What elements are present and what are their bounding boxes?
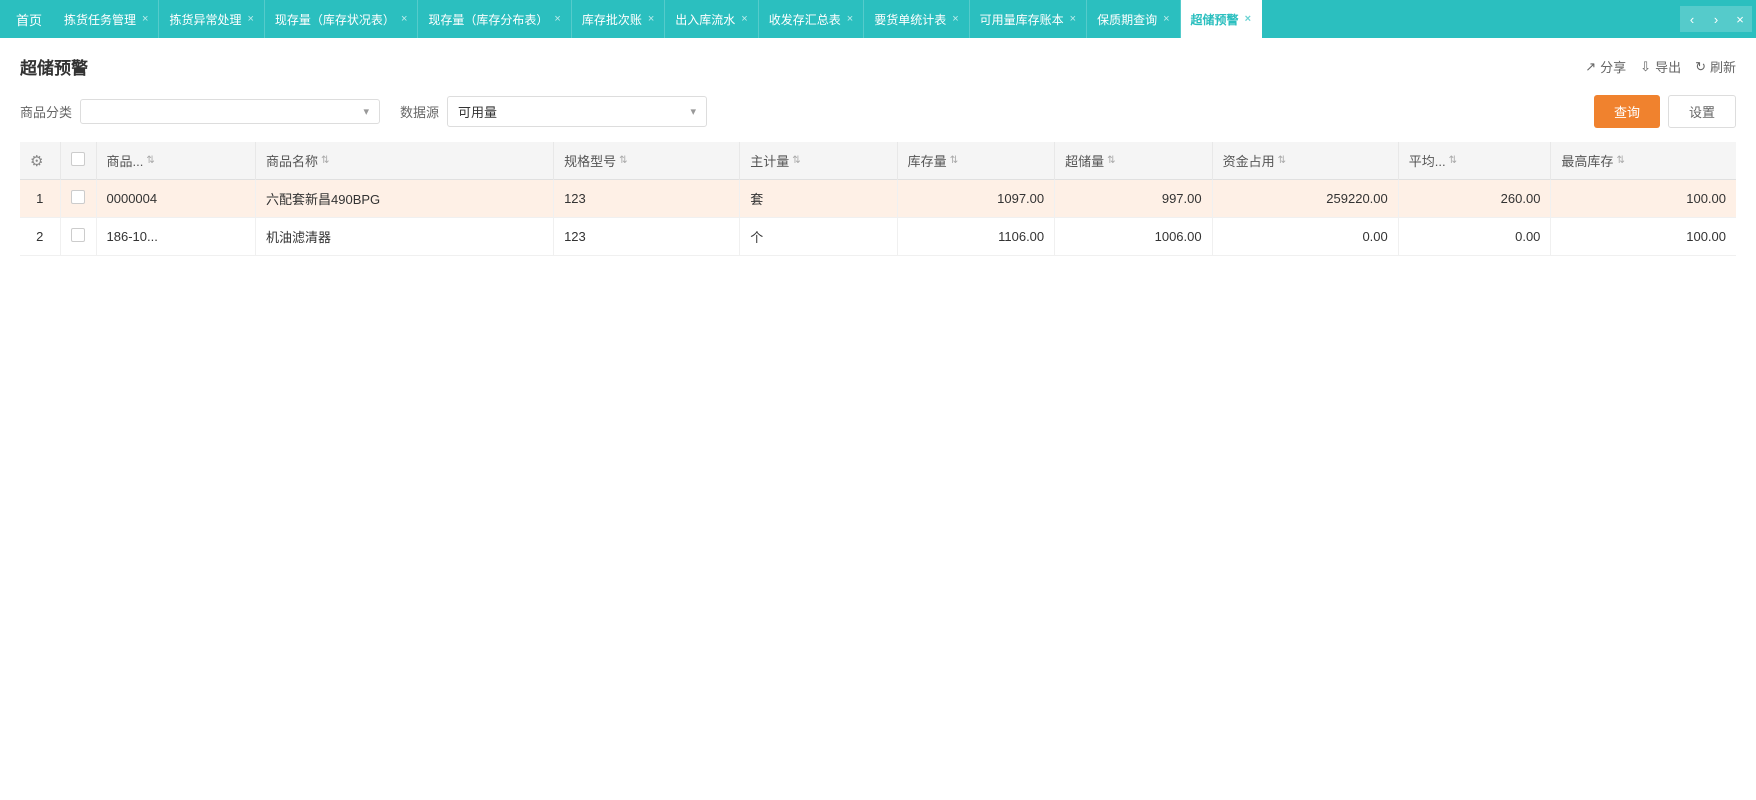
close-tab-9-icon[interactable]: ×	[1163, 13, 1169, 25]
cell-overstock: 997.00	[1055, 180, 1212, 218]
close-tab-5-icon[interactable]: ×	[741, 13, 747, 25]
th-gear: ⚙	[20, 142, 60, 180]
category-filter: 商品分类 ▾	[20, 99, 380, 124]
th-product-code[interactable]: 商品... ⇅	[96, 142, 256, 180]
th-spec[interactable]: 规格型号 ⇅	[554, 142, 740, 180]
cell-stock: 1097.00	[897, 180, 1054, 218]
cell-spec: 123	[554, 180, 740, 218]
datasource-chevron-icon: ▾	[691, 105, 697, 118]
nav-tab-9[interactable]: 保质期查询 ×	[1087, 0, 1180, 38]
export-button[interactable]: ⇩ 导出	[1640, 57, 1681, 76]
close-tab-6-icon[interactable]: ×	[847, 13, 853, 25]
query-button[interactable]: 查询	[1594, 95, 1660, 128]
cell-stock: 1106.00	[897, 218, 1054, 256]
refresh-icon: ↻	[1695, 59, 1706, 75]
cell-overstock: 1006.00	[1055, 218, 1212, 256]
page-content: 超储预警 ↗ 分享 ⇩ 导出 ↻ 刷新 商品分类 ▾ 数据源	[0, 38, 1756, 800]
cell-spec: 123	[554, 218, 740, 256]
share-icon: ↗	[1585, 59, 1596, 75]
th-overstock[interactable]: 超储量 ⇅	[1055, 142, 1212, 180]
nav-tab-8[interactable]: 可用量库存账本 ×	[970, 0, 1087, 38]
nav-home[interactable]: 首页	[4, 10, 54, 29]
category-label: 商品分类	[20, 102, 72, 121]
page-title: 超储预警	[20, 54, 88, 79]
close-tab-10-icon[interactable]: ×	[1245, 13, 1251, 25]
cell-avg: 0.00	[1398, 218, 1551, 256]
close-tab-0-icon[interactable]: ×	[142, 13, 148, 25]
column-settings-icon[interactable]: ⚙	[30, 153, 43, 170]
cell-product-name: 机油滤清器	[256, 218, 554, 256]
sort-icon-spec: ⇅	[619, 155, 627, 166]
close-tab-4-icon[interactable]: ×	[648, 13, 654, 25]
top-nav: 首页 拣货任务管理 × 拣货异常处理 × 现存量（库存状况表） × 现存量（库存…	[0, 0, 1756, 38]
category-chevron-icon: ▾	[363, 105, 369, 118]
cell-avg: 260.00	[1398, 180, 1551, 218]
nav-tab-1[interactable]: 拣货异常处理 ×	[159, 0, 264, 38]
th-max-stock[interactable]: 最高库存 ⇅	[1551, 142, 1736, 180]
nav-close-button[interactable]: ×	[1728, 6, 1752, 32]
sort-icon-product-name: ⇅	[321, 155, 329, 166]
nav-tab-2[interactable]: 现存量（库存状况表） ×	[265, 0, 418, 38]
cell-capital: 259220.00	[1212, 180, 1398, 218]
close-tab-1-icon[interactable]: ×	[247, 13, 253, 25]
nav-tab-6[interactable]: 收发存汇总表 ×	[759, 0, 864, 38]
close-tab-2-icon[interactable]: ×	[401, 13, 407, 25]
row-check[interactable]	[60, 180, 96, 218]
cell-product-code: 186-10...	[96, 218, 256, 256]
sort-icon-overstock: ⇅	[1107, 155, 1115, 166]
datasource-select[interactable]: 可用量 ▾	[447, 96, 707, 127]
row-index: 2	[20, 218, 60, 256]
th-unit[interactable]: 主计量 ⇅	[740, 142, 897, 180]
datasource-filter: 数据源 可用量 ▾	[400, 96, 707, 127]
th-check	[60, 142, 96, 180]
data-table: ⚙ 商品... ⇅ 商品名称 ⇅	[20, 142, 1736, 256]
nav-tab-10[interactable]: 超储预警 ×	[1181, 0, 1262, 38]
th-avg[interactable]: 平均... ⇅	[1398, 142, 1551, 180]
sort-icon-capital: ⇅	[1278, 155, 1286, 166]
sort-icon-product-code: ⇅	[146, 155, 154, 166]
export-icon: ⇩	[1640, 59, 1651, 75]
category-select[interactable]: ▾	[80, 99, 380, 124]
close-tab-8-icon[interactable]: ×	[1070, 13, 1076, 25]
filter-actions: 查询 设置	[1594, 95, 1736, 128]
cell-max-stock: 100.00	[1551, 218, 1736, 256]
table-header-row: ⚙ 商品... ⇅ 商品名称 ⇅	[20, 142, 1736, 180]
cell-capital: 0.00	[1212, 218, 1398, 256]
cell-product-code: 0000004	[96, 180, 256, 218]
header-actions: ↗ 分享 ⇩ 导出 ↻ 刷新	[1585, 57, 1736, 76]
nav-tab-5[interactable]: 出入库流水 ×	[665, 0, 758, 38]
cell-unit: 个	[740, 218, 897, 256]
nav-arrows: ‹ › ×	[1680, 6, 1752, 32]
th-capital[interactable]: 资金占用 ⇅	[1212, 142, 1398, 180]
cell-max-stock: 100.00	[1551, 180, 1736, 218]
nav-tab-3[interactable]: 现存量（库存分布表） ×	[418, 0, 571, 38]
refresh-button[interactable]: ↻ 刷新	[1695, 57, 1736, 76]
sort-icon-unit: ⇅	[792, 155, 800, 166]
select-all-checkbox[interactable]	[71, 152, 85, 166]
settings-button[interactable]: 设置	[1668, 95, 1736, 128]
table-row: 2 186-10... 机油滤清器 123 个 1106.00 1006.00 …	[20, 218, 1736, 256]
cell-unit: 套	[740, 180, 897, 218]
close-tab-3-icon[interactable]: ×	[554, 13, 560, 25]
datasource-select-value: 可用量	[458, 102, 497, 121]
sort-icon-avg: ⇅	[1449, 155, 1457, 166]
cell-product-name: 六配套新昌490BPG	[256, 180, 554, 218]
table-row: 1 0000004 六配套新昌490BPG 123 套 1097.00 997.…	[20, 180, 1736, 218]
nav-tab-7[interactable]: 要货单统计表 ×	[864, 0, 969, 38]
nav-tab-4[interactable]: 库存批次账 ×	[572, 0, 665, 38]
page-header: 超储预警 ↗ 分享 ⇩ 导出 ↻ 刷新	[20, 54, 1736, 79]
close-tab-7-icon[interactable]: ×	[952, 13, 958, 25]
row-index: 1	[20, 180, 60, 218]
nav-next-button[interactable]: ›	[1704, 6, 1728, 32]
share-button[interactable]: ↗ 分享	[1585, 57, 1626, 76]
sort-icon-stock: ⇅	[950, 155, 958, 166]
th-stock[interactable]: 库存量 ⇅	[897, 142, 1054, 180]
datasource-label: 数据源	[400, 102, 439, 121]
sort-icon-max-stock: ⇅	[1616, 155, 1624, 166]
filter-row: 商品分类 ▾ 数据源 可用量 ▾ 查询 设置	[20, 95, 1736, 128]
th-product-name[interactable]: 商品名称 ⇅	[256, 142, 554, 180]
nav-prev-button[interactable]: ‹	[1680, 6, 1704, 32]
nav-tab-0[interactable]: 拣货任务管理 ×	[54, 0, 159, 38]
row-check[interactable]	[60, 218, 96, 256]
